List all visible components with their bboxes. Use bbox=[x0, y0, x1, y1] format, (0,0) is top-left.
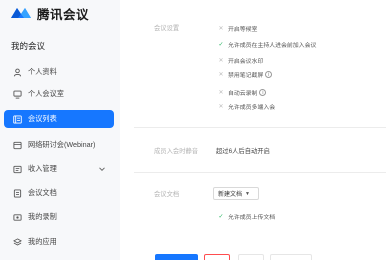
info-icon[interactable]: i bbox=[259, 88, 267, 96]
sidebar-item-apps[interactable]: 我的应用 bbox=[4, 233, 114, 251]
caret-down-icon: ▼ bbox=[245, 190, 250, 197]
settings-option-multi-device[interactable]: ✕ 允许成员多端入会 bbox=[217, 101, 275, 111]
settings-label: 会议设置 bbox=[154, 25, 180, 32]
sidebar-item-documents[interactable]: 会议文档 bbox=[4, 184, 114, 202]
sidebar-item-webinar[interactable]: 网络研讨会(Webinar) bbox=[4, 136, 114, 154]
settings-option-watermark[interactable]: ✕ 开启会议水印 bbox=[217, 55, 263, 65]
webinar-icon bbox=[13, 141, 22, 150]
tertiary-action-button[interactable] bbox=[270, 254, 312, 260]
section-divider bbox=[134, 172, 386, 173]
brand-name: 腾讯会议 bbox=[37, 7, 90, 22]
sidebar-title: 我的会议 bbox=[11, 41, 46, 51]
settings-option-waiting-room[interactable]: ✕ 开启等候室 bbox=[217, 23, 257, 33]
recording-icon bbox=[13, 213, 22, 222]
document-select[interactable]: 新建文档 ▼ bbox=[213, 187, 259, 200]
sidebar: 腾讯会议 我的会议 个人资料 个人会议室 会议列表 网络研讨会(Webinar)… bbox=[0, 0, 120, 260]
sidebar-item-recordings[interactable]: 我的录制 bbox=[4, 208, 114, 226]
mute-on-entry-label: 成员入会时静音 bbox=[154, 148, 199, 155]
sidebar-item-label: 个人资料 bbox=[28, 67, 57, 76]
sidebar-item-label: 我的应用 bbox=[28, 237, 57, 246]
documents-label: 会议文档 bbox=[154, 191, 180, 198]
income-icon bbox=[13, 165, 22, 174]
settings-option-auto-cloud-record[interactable]: ✕ 自动云录制 i bbox=[217, 87, 267, 97]
disabled-x-icon: ✕ bbox=[218, 57, 224, 64]
sidebar-item-profile[interactable]: 个人资料 bbox=[4, 63, 114, 81]
danger-action-button[interactable] bbox=[204, 254, 230, 260]
check-icon: ✓ bbox=[218, 213, 224, 220]
apps-icon bbox=[13, 237, 22, 247]
sidebar-item-label: 我的录制 bbox=[28, 212, 57, 221]
sidebar-item-label: 收入管理 bbox=[28, 164, 57, 173]
sidebar-item-meeting-list[interactable]: 会议列表 bbox=[4, 110, 114, 128]
disabled-x-icon: ✕ bbox=[218, 103, 224, 110]
sidebar-item-label: 会议文档 bbox=[28, 188, 57, 197]
brand[interactable]: 腾讯会议 bbox=[10, 4, 89, 22]
settings-option-disable-screenshot[interactable]: ✕ 禁用笔记截屏 i bbox=[217, 69, 273, 79]
check-icon: ✓ bbox=[218, 41, 224, 48]
section-divider bbox=[134, 127, 386, 128]
settings-option-join-before-host[interactable]: ✓ 允许成员在主持人进会前加入会议 bbox=[217, 39, 316, 49]
documents-option-allow-upload[interactable]: ✓ 允许成员上传文档 bbox=[217, 211, 275, 221]
list-icon bbox=[13, 114, 22, 124]
sidebar-item-personal-room[interactable]: 个人会议室 bbox=[4, 85, 114, 103]
document-select-value: 新建文档 bbox=[218, 192, 243, 198]
tencent-meeting-logo-icon bbox=[11, 8, 31, 18]
sidebar-item-income[interactable]: 收入管理 bbox=[4, 160, 114, 178]
secondary-action-button[interactable] bbox=[238, 254, 264, 260]
sidebar-item-label: 个人会议室 bbox=[28, 89, 64, 98]
document-icon bbox=[13, 188, 22, 198]
user-icon bbox=[13, 68, 22, 77]
disabled-x-icon: ✕ bbox=[218, 71, 224, 78]
chevron-down-icon[interactable] bbox=[98, 165, 106, 173]
info-icon[interactable]: i bbox=[265, 70, 273, 78]
monitor-icon bbox=[13, 90, 22, 99]
disabled-x-icon: ✕ bbox=[218, 89, 224, 96]
sidebar-item-label: 网络研讨会(Webinar) bbox=[28, 140, 96, 149]
sidebar-item-label: 会议列表 bbox=[28, 114, 57, 123]
mute-on-entry-value: 超过6人后自动开启 bbox=[216, 148, 270, 155]
primary-action-button[interactable] bbox=[155, 254, 198, 260]
disabled-x-icon: ✕ bbox=[218, 25, 224, 32]
